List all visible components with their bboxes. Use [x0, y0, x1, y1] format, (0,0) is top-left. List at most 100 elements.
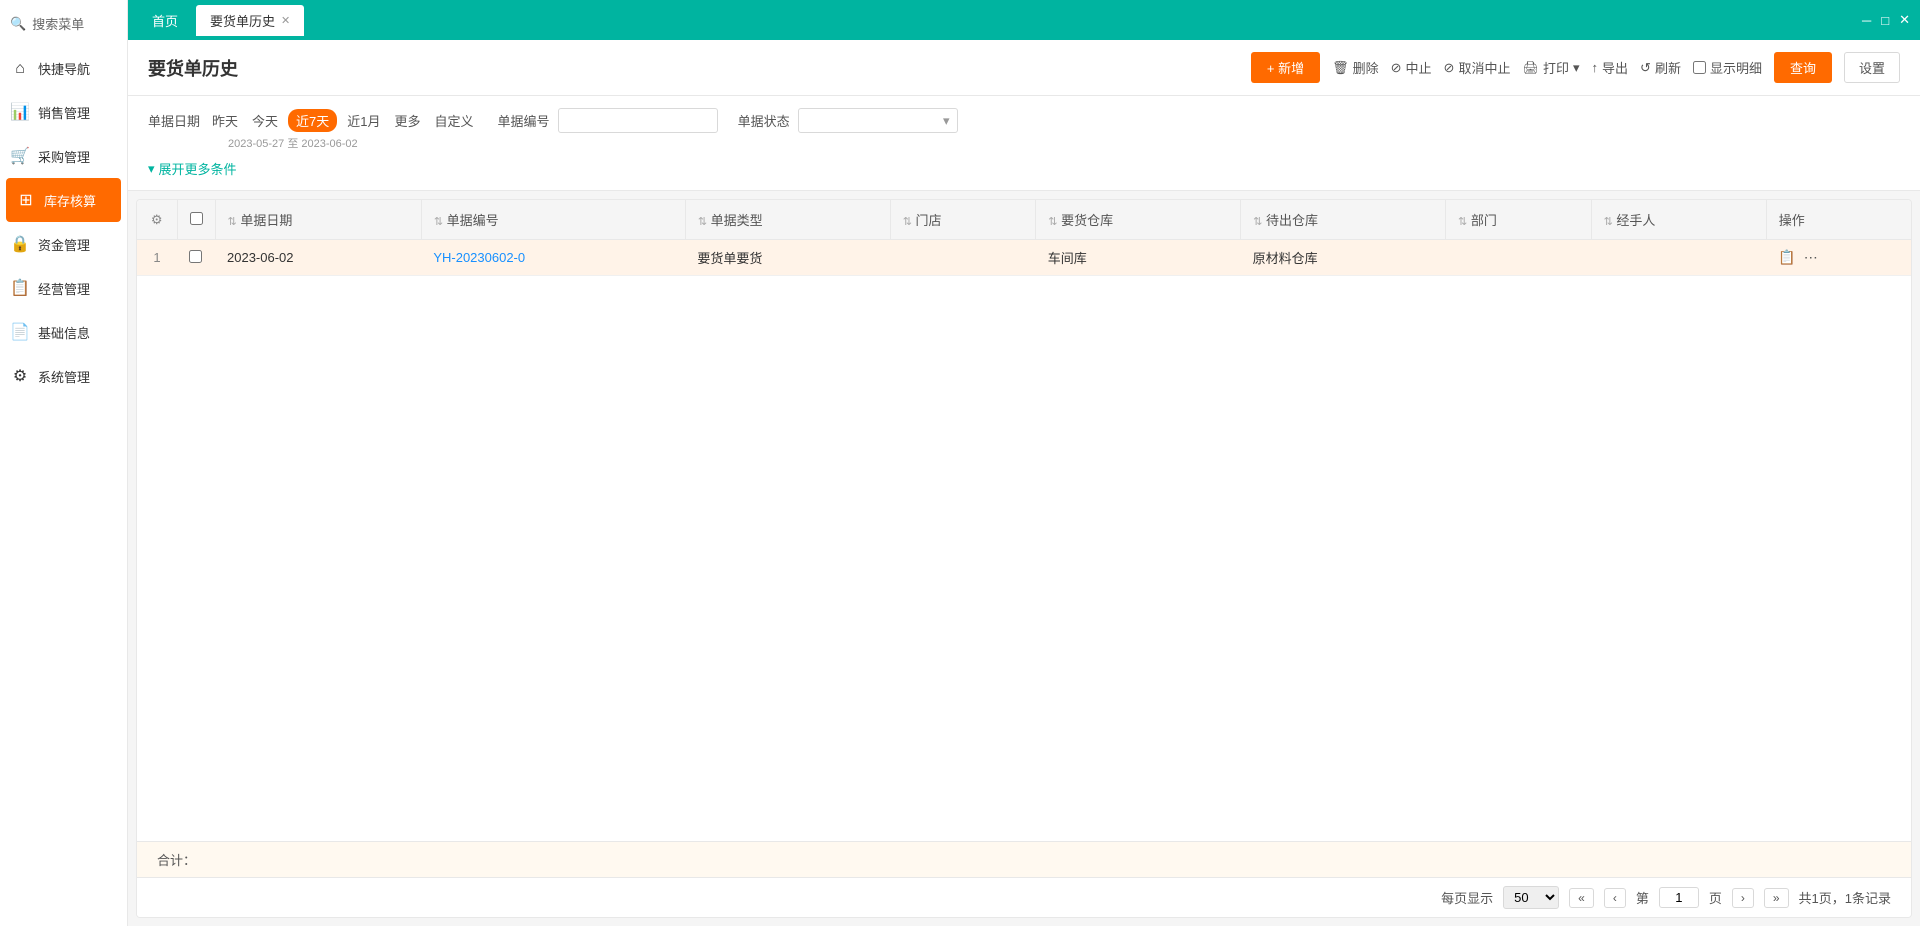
page-header: 要货单历史 + 新增 🗑 删除 ⊘ 中止 ⊘ 取消中止 🖨 打印 — [128, 40, 1920, 96]
first-page-button[interactable]: « — [1569, 888, 1594, 908]
delete-icon: 🗑 — [1332, 60, 1349, 76]
date-btn-7days[interactable]: 近7天 — [288, 109, 337, 132]
sidebar-item-finance[interactable]: 🔒 资金管理 — [0, 222, 127, 266]
print-button[interactable]: 🖨 打印 ▾ — [1522, 58, 1579, 77]
col-pending-warehouse: ⇅ 待出仓库 — [1241, 200, 1446, 240]
sidebar-item-quick-nav[interactable]: ⌂ 快捷导航 — [0, 47, 127, 90]
sidebar-item-sales[interactable]: 📊 销售管理 — [0, 90, 127, 134]
row-handler — [1591, 240, 1766, 276]
order-number-label: 单据编号 — [498, 111, 550, 130]
export-button[interactable]: ↑ 导出 — [1592, 58, 1629, 77]
filter-row: 单据日期 昨天 今天 近7天 近1月 更多 自定义 单据编号 — [148, 108, 1900, 133]
row-dept — [1445, 240, 1591, 276]
content-area: 要货单历史 + 新增 🗑 删除 ⊘ 中止 ⊘ 取消中止 🖨 打印 — [128, 40, 1920, 926]
col-req-warehouse: ⇅ 要货仓库 — [1036, 200, 1241, 240]
select-all-checkbox[interactable] — [190, 212, 203, 225]
row-req-warehouse: 车间库 — [1036, 240, 1241, 276]
basic-icon: 📄 — [10, 322, 30, 342]
sidebar-item-purchase[interactable]: 🛒 采购管理 — [0, 134, 127, 178]
operation-icon: 📋 — [10, 278, 30, 298]
order-number-link[interactable]: YH-20230602-0 — [433, 250, 525, 265]
refresh-button[interactable]: ↺ 刷新 — [1640, 58, 1681, 77]
page-number-input[interactable] — [1659, 887, 1699, 908]
col-checkbox — [177, 200, 215, 240]
next-page-button[interactable]: › — [1732, 888, 1754, 908]
home-icon: ⌂ — [10, 60, 30, 78]
table-settings-icon[interactable]: ⚙ — [151, 212, 163, 227]
export-icon: ↑ — [1592, 60, 1599, 75]
header-right: ─ □ ✕ — [1862, 12, 1910, 28]
tab-close-icon[interactable]: ✕ — [281, 14, 290, 27]
row-pending-warehouse: 原材料仓库 — [1241, 240, 1446, 276]
col-date: ⇅ 单据日期 — [215, 200, 421, 240]
data-table: ⚙ ⇅ 单据日期 ⇅ 单据编号 — [137, 200, 1911, 276]
date-filter-group: 单据日期 昨天 今天 近7天 近1月 更多 自定义 — [148, 109, 478, 132]
tab-order-history[interactable]: 要货单历史 ✕ — [196, 5, 304, 36]
print-icon: 🖨 — [1522, 60, 1539, 76]
status-filter-group: 单据状态 ▾ — [738, 108, 958, 133]
date-range-buttons: 昨天 今天 近7天 近1月 更多 自定义 — [208, 109, 478, 132]
col-settings[interactable]: ⚙ — [137, 200, 177, 240]
expand-icon: ▾ — [148, 161, 155, 177]
refresh-icon: ↺ — [1640, 60, 1651, 76]
new-button[interactable]: + 新增 — [1251, 52, 1320, 83]
date-label: 单据日期 — [148, 111, 200, 130]
filter-area: 单据日期 昨天 今天 近7天 近1月 更多 自定义 单据编号 — [128, 96, 1920, 191]
show-detail-checkbox[interactable] — [1693, 61, 1706, 74]
date-range-display: 2023-05-27 至 2023-06-02 — [228, 135, 1900, 151]
more-action-icon[interactable]: ⋯ — [1804, 249, 1818, 266]
last-page-button[interactable]: » — [1764, 888, 1789, 908]
per-page-select[interactable]: 50 100 — [1503, 886, 1559, 909]
query-button[interactable]: 查询 — [1774, 52, 1832, 83]
order-number-filter-group: 单据编号 — [498, 108, 718, 133]
sidebar-item-inventory[interactable]: ⊞ 库存核算 — [6, 178, 121, 222]
show-detail-toggle[interactable]: 显示明细 — [1693, 58, 1762, 77]
col-dept: ⇅ 部门 — [1445, 200, 1591, 240]
row-checkbox — [177, 240, 215, 276]
purchase-icon: 🛒 — [10, 146, 30, 166]
status-select[interactable] — [798, 108, 958, 133]
prev-page-button[interactable]: ‹ — [1604, 888, 1626, 908]
row-select-checkbox[interactable] — [189, 250, 202, 263]
sales-icon: 📊 — [10, 102, 30, 122]
cancel-suspend-button[interactable]: ⊘ 取消中止 — [1444, 58, 1511, 77]
date-btn-today[interactable]: 今天 — [248, 109, 282, 132]
status-label: 单据状态 — [738, 111, 790, 130]
inventory-icon: ⊞ — [16, 190, 36, 210]
window-minimize[interactable]: ─ — [1862, 13, 1871, 28]
suspend-button[interactable]: ⊘ 中止 — [1391, 58, 1432, 77]
date-btn-custom[interactable]: 自定义 — [431, 109, 478, 132]
finance-icon: 🔒 — [10, 234, 30, 254]
suspend-icon: ⊘ — [1391, 60, 1402, 76]
table-wrapper: ⚙ ⇅ 单据日期 ⇅ 单据编号 — [137, 200, 1911, 841]
tab-home[interactable]: 首页 — [138, 5, 192, 36]
status-select-wrapper: ▾ — [798, 108, 958, 133]
row-date: 2023-06-02 — [215, 240, 421, 276]
row-num: 1 — [137, 240, 177, 276]
window-maximize[interactable]: □ — [1881, 13, 1889, 28]
header-tabs: 首页 要货单历史 ✕ ─ □ ✕ — [128, 0, 1920, 40]
delete-button[interactable]: 🗑 删除 — [1332, 58, 1379, 77]
settings-button[interactable]: 设置 — [1844, 52, 1900, 83]
date-btn-more[interactable]: 更多 — [391, 109, 425, 132]
window-close[interactable]: ✕ — [1899, 12, 1910, 28]
date-btn-yesterday[interactable]: 昨天 — [208, 109, 242, 132]
expand-more-button[interactable]: ▾ 展开更多条件 — [148, 159, 1900, 178]
date-btn-1month[interactable]: 近1月 — [343, 109, 384, 132]
search-menu[interactable]: 🔍 搜索菜单 — [0, 0, 127, 47]
sidebar-item-operation[interactable]: 📋 经营管理 — [0, 266, 127, 310]
action-icons: 📋 ⋯ — [1778, 249, 1899, 266]
col-actions: 操作 — [1766, 200, 1911, 240]
pagination: 每页显示 50 100 « ‹ 第 页 › » 共1页，1条记录 — [137, 877, 1911, 917]
row-type: 要货单要货 — [685, 240, 890, 276]
page-title: 要货单历史 — [148, 55, 238, 81]
sidebar-item-system[interactable]: ⚙ 系统管理 — [0, 354, 127, 398]
edit-action-icon[interactable]: 📋 — [1778, 249, 1795, 266]
col-type: ⇅ 单据类型 — [685, 200, 890, 240]
table-row: 1 2023-06-02 YH-20230602-0 要货单要货 车间 — [137, 240, 1911, 276]
col-order-no: ⇅ 单据编号 — [421, 200, 685, 240]
order-number-input[interactable] — [558, 108, 718, 133]
row-order-no: YH-20230602-0 — [421, 240, 685, 276]
sidebar: 🔍 搜索菜单 ⌂ 快捷导航 📊 销售管理 🛒 采购管理 ⊞ 库存核算 🔒 资金管… — [0, 0, 128, 926]
sidebar-item-basic[interactable]: 📄 基础信息 — [0, 310, 127, 354]
